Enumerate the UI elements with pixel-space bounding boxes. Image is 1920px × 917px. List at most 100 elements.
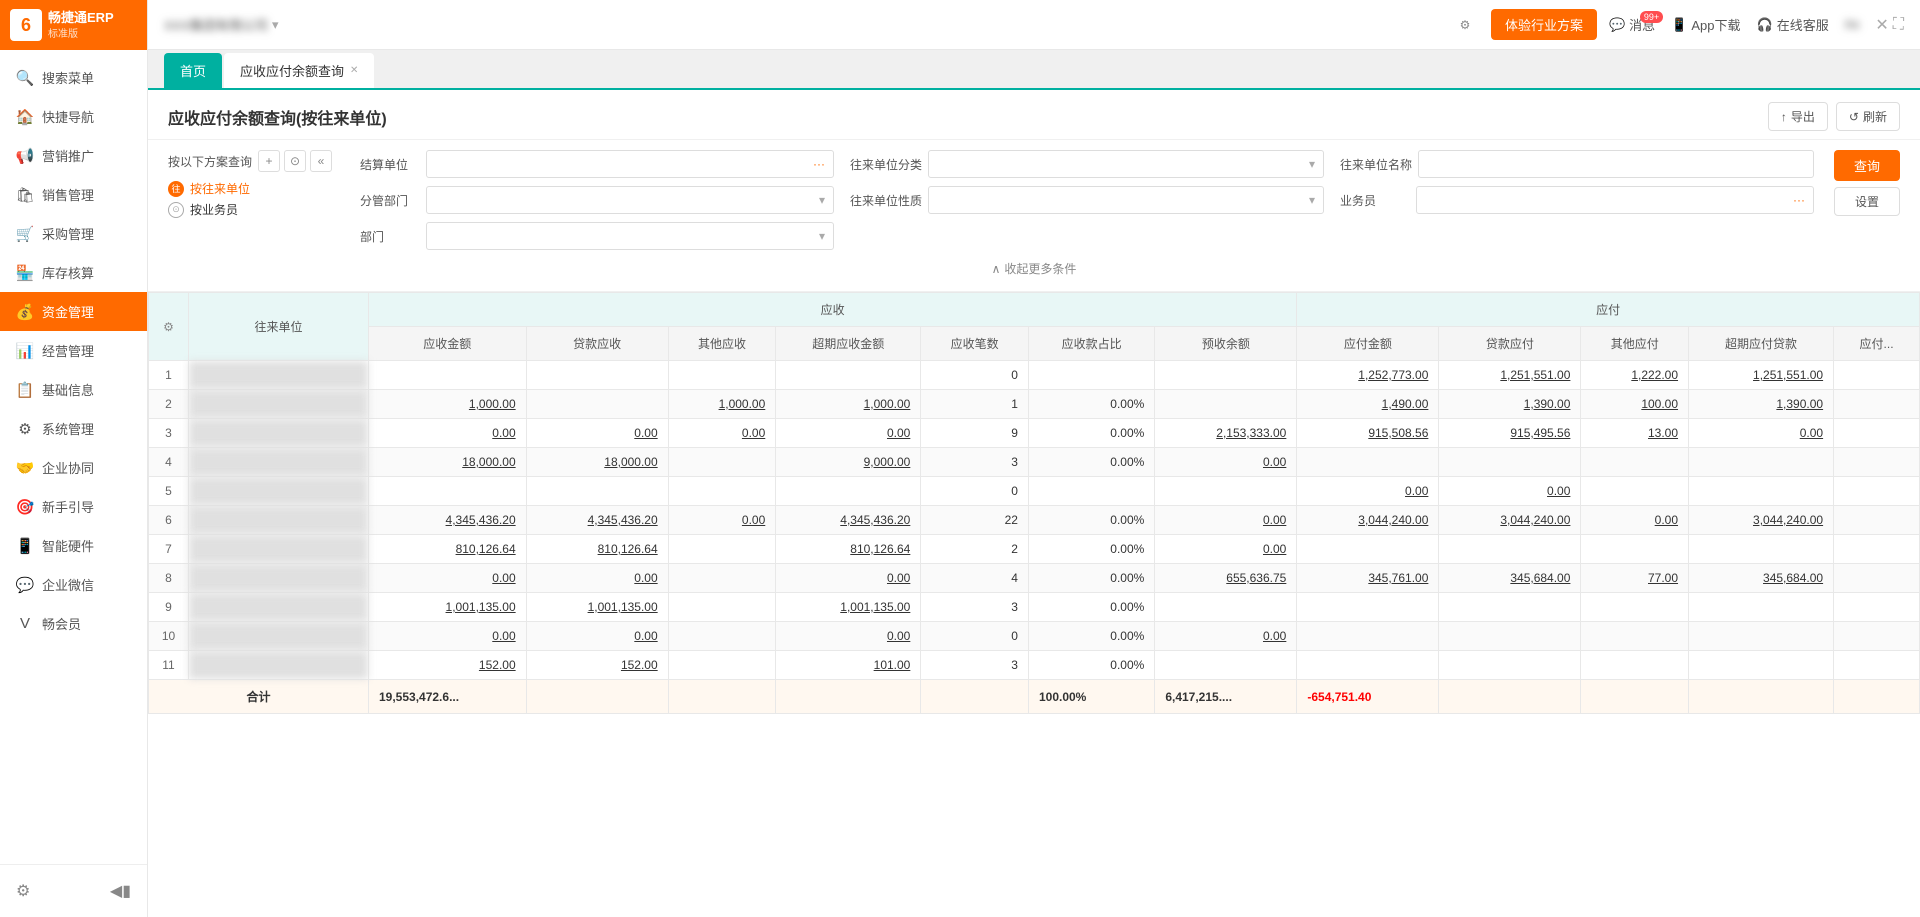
sidebar-item-guide[interactable]: 🎯 新手引导 bbox=[0, 487, 147, 526]
col-partner-header: 往来单位 bbox=[189, 293, 369, 361]
sidebar-item-coop[interactable]: 🤝 企业协同 bbox=[0, 448, 147, 487]
salesperson-input[interactable]: ··· bbox=[1416, 186, 1814, 214]
col-pay-loan: 贷款应付 bbox=[1439, 327, 1581, 361]
sidebar-nav: 🔍 搜索菜单 🏠 快捷导航 📢 营销推广 🛍 销售管理 🛒 采购管理 🏪 库存核… bbox=[0, 50, 147, 864]
main-content: 应收应付余额查询(按往来单位) ↑ 导出 ↺ 刷新 按以下方案查询 bbox=[148, 90, 1920, 917]
table-row: 21,000.001,000.001,000.0010.00%1,490.001… bbox=[149, 390, 1920, 419]
department-label: 部门 bbox=[360, 228, 420, 245]
basic-icon: 📋 bbox=[16, 381, 34, 399]
col-payable-group: 应付 bbox=[1297, 293, 1920, 327]
col-pay-suffix: 应付... bbox=[1834, 327, 1920, 361]
notice-badge[interactable]: 💬 消息 99+ bbox=[1609, 15, 1655, 34]
department-select[interactable]: ▾ bbox=[426, 222, 834, 250]
system-icon: ⚙ bbox=[16, 420, 34, 438]
partner-name-input[interactable] bbox=[1418, 150, 1814, 178]
partner-name-cell bbox=[189, 361, 369, 390]
operation-icon: 📊 bbox=[16, 342, 34, 360]
footer-recv-ratio: 100.00% bbox=[1028, 680, 1154, 714]
collapse-conditions-button[interactable]: ∧ 收起更多条件 bbox=[980, 256, 1089, 281]
partner-name-cell bbox=[189, 564, 369, 593]
partner-category-select[interactable]: ▾ bbox=[928, 150, 1324, 178]
filter-settings-button[interactable]: 设置 bbox=[1834, 187, 1900, 216]
footer-prepay: 6,417,215.... bbox=[1155, 680, 1297, 714]
scheme-settings-button[interactable]: ⊙ bbox=[284, 150, 306, 172]
refresh-button[interactable]: ↺ 刷新 bbox=[1836, 102, 1900, 131]
partner-category-label: 往来单位分类 bbox=[850, 156, 922, 173]
sidebar: 6 畅捷通ERP 标准版 🔍 搜索菜单 🏠 快捷导航 📢 营销推广 🛍 销售管理… bbox=[0, 0, 148, 917]
window-expand-icon[interactable]: ⛶ bbox=[1893, 16, 1904, 34]
tab-receivable[interactable]: 应收应付余额查询 ✕ bbox=[224, 53, 374, 88]
sidebar-item-system[interactable]: ⚙ 系统管理 bbox=[0, 409, 147, 448]
partner-name-cell bbox=[189, 448, 369, 477]
filter-area: 按以下方案查询 + ⊙ « 往 按往来单位 ⊙ 按业务员 bbox=[148, 140, 1920, 292]
table-row: 91,001,135.001,001,135.001,001,135.0030.… bbox=[149, 593, 1920, 622]
finance-icon: 💰 bbox=[16, 303, 34, 321]
footer-recv-amount: 19,553,472.6... bbox=[369, 680, 527, 714]
table-row: 101,252,773.001,251,551.001,222.001,251,… bbox=[149, 361, 1920, 390]
sidebar-item-marketing[interactable]: 📢 营销推广 bbox=[0, 136, 147, 175]
chevron-up-icon: ∧ bbox=[992, 262, 1001, 276]
sidebar-item-member[interactable]: V 畅会员 bbox=[0, 604, 147, 643]
topbar: XXX集团有限公司 ▾ ⚙ 体验行业方案 💬 消息 99+ 📱 App下载 🎧 … bbox=[148, 0, 1920, 50]
page-header: 应收应付余额查询(按往来单位) ↑ 导出 ↺ 刷新 bbox=[148, 90, 1920, 140]
export-icon: ↑ bbox=[1781, 110, 1787, 124]
sidebar-item-operation[interactable]: 📊 经营管理 bbox=[0, 331, 147, 370]
sidebar-item-quick[interactable]: 🏠 快捷导航 bbox=[0, 97, 147, 136]
col-recv-other: 其他应收 bbox=[668, 327, 776, 361]
dept-manager-label: 分管部门 bbox=[360, 192, 420, 209]
export-button[interactable]: ↑ 导出 bbox=[1768, 102, 1828, 131]
scheme-collapse-button[interactable]: « bbox=[310, 150, 332, 172]
member-icon: V bbox=[16, 615, 34, 633]
sidebar-settings-icon[interactable]: ⚙ bbox=[16, 881, 30, 901]
table-container: ⚙ 往来单位 应收 应付 应收金额 贷款应收 其他应收 超期应收金额 应收笔数 … bbox=[148, 292, 1920, 917]
query-button[interactable]: 查询 bbox=[1834, 150, 1900, 181]
online-service[interactable]: 🎧 在线客服 bbox=[1757, 15, 1829, 34]
promo-button[interactable]: 体验行业方案 bbox=[1491, 9, 1597, 40]
tab-close-icon[interactable]: ✕ bbox=[350, 65, 358, 76]
filter-scheme-label: 按以下方案查询 bbox=[168, 153, 252, 170]
col-pay-overdue: 超期应付贷款 bbox=[1689, 327, 1834, 361]
scheme-option-salesperson[interactable]: ⊙ 按业务员 bbox=[168, 201, 348, 218]
partner-nature-select[interactable]: ▾ bbox=[928, 186, 1324, 214]
partner-name-cell bbox=[189, 535, 369, 564]
scheme-partner-icon: 往 bbox=[168, 181, 184, 197]
sidebar-collapse-icon[interactable]: ◀▮ bbox=[110, 881, 131, 901]
partner-name-cell bbox=[189, 651, 369, 680]
table-row: 500.000.00 bbox=[149, 477, 1920, 506]
window-close-icon[interactable]: ✕ bbox=[1875, 15, 1888, 35]
guide-icon: 🎯 bbox=[16, 498, 34, 516]
partner-name-cell bbox=[189, 593, 369, 622]
logo-icon: 6 bbox=[10, 9, 42, 41]
salesperson-label: 业务员 bbox=[1340, 192, 1410, 209]
partner-name-cell bbox=[189, 622, 369, 651]
topbar-gear-button[interactable]: ⚙ bbox=[1451, 11, 1479, 39]
sidebar-item-basic[interactable]: 📋 基础信息 bbox=[0, 370, 147, 409]
add-scheme-button[interactable]: + bbox=[258, 150, 280, 172]
table-row: 418,000.0018,000.009,000.0030.00%0.00 bbox=[149, 448, 1920, 477]
user-info[interactable]: Rit bbox=[1845, 18, 1860, 32]
col-recv-ratio: 应收款占比 bbox=[1028, 327, 1154, 361]
refresh-icon: ↺ bbox=[1849, 110, 1859, 124]
sidebar-item-purchase[interactable]: 🛒 采购管理 bbox=[0, 214, 147, 253]
table-settings-icon[interactable]: ⚙ bbox=[163, 320, 174, 334]
notice-count: 99+ bbox=[1640, 11, 1663, 23]
sidebar-item-search[interactable]: 🔍 搜索菜单 bbox=[0, 58, 147, 97]
col-recv-overdue: 超期应收金额 bbox=[776, 327, 921, 361]
breadcrumb-dropdown-icon[interactable]: ▾ bbox=[272, 17, 279, 33]
app-download[interactable]: 📱 App下载 bbox=[1671, 15, 1740, 34]
sidebar-item-hardware[interactable]: 📱 智能硬件 bbox=[0, 526, 147, 565]
settlement-unit-label: 结算单位 bbox=[360, 156, 420, 173]
settlement-unit-input[interactable]: ··· bbox=[426, 150, 834, 178]
partner-name-cell bbox=[189, 419, 369, 448]
partner-name-cell bbox=[189, 477, 369, 506]
sidebar-item-sales[interactable]: 🛍 销售管理 bbox=[0, 175, 147, 214]
tab-home[interactable]: 首页 bbox=[164, 53, 222, 88]
sidebar-logo: 6 畅捷通ERP 标准版 bbox=[0, 0, 147, 50]
scheme-option-partner[interactable]: 往 按往来单位 bbox=[168, 180, 348, 197]
sidebar-item-inventory[interactable]: 🏪 库存核算 bbox=[0, 253, 147, 292]
sidebar-item-finance[interactable]: 💰 资金管理 bbox=[0, 292, 147, 331]
sidebar-item-wechat[interactable]: 💬 企业微信 bbox=[0, 565, 147, 604]
col-recv-amount: 应收金额 bbox=[369, 327, 527, 361]
table-row: 7810,126.64810,126.64810,126.6420.00%0.0… bbox=[149, 535, 1920, 564]
dept-manager-select[interactable]: ▾ bbox=[426, 186, 834, 214]
